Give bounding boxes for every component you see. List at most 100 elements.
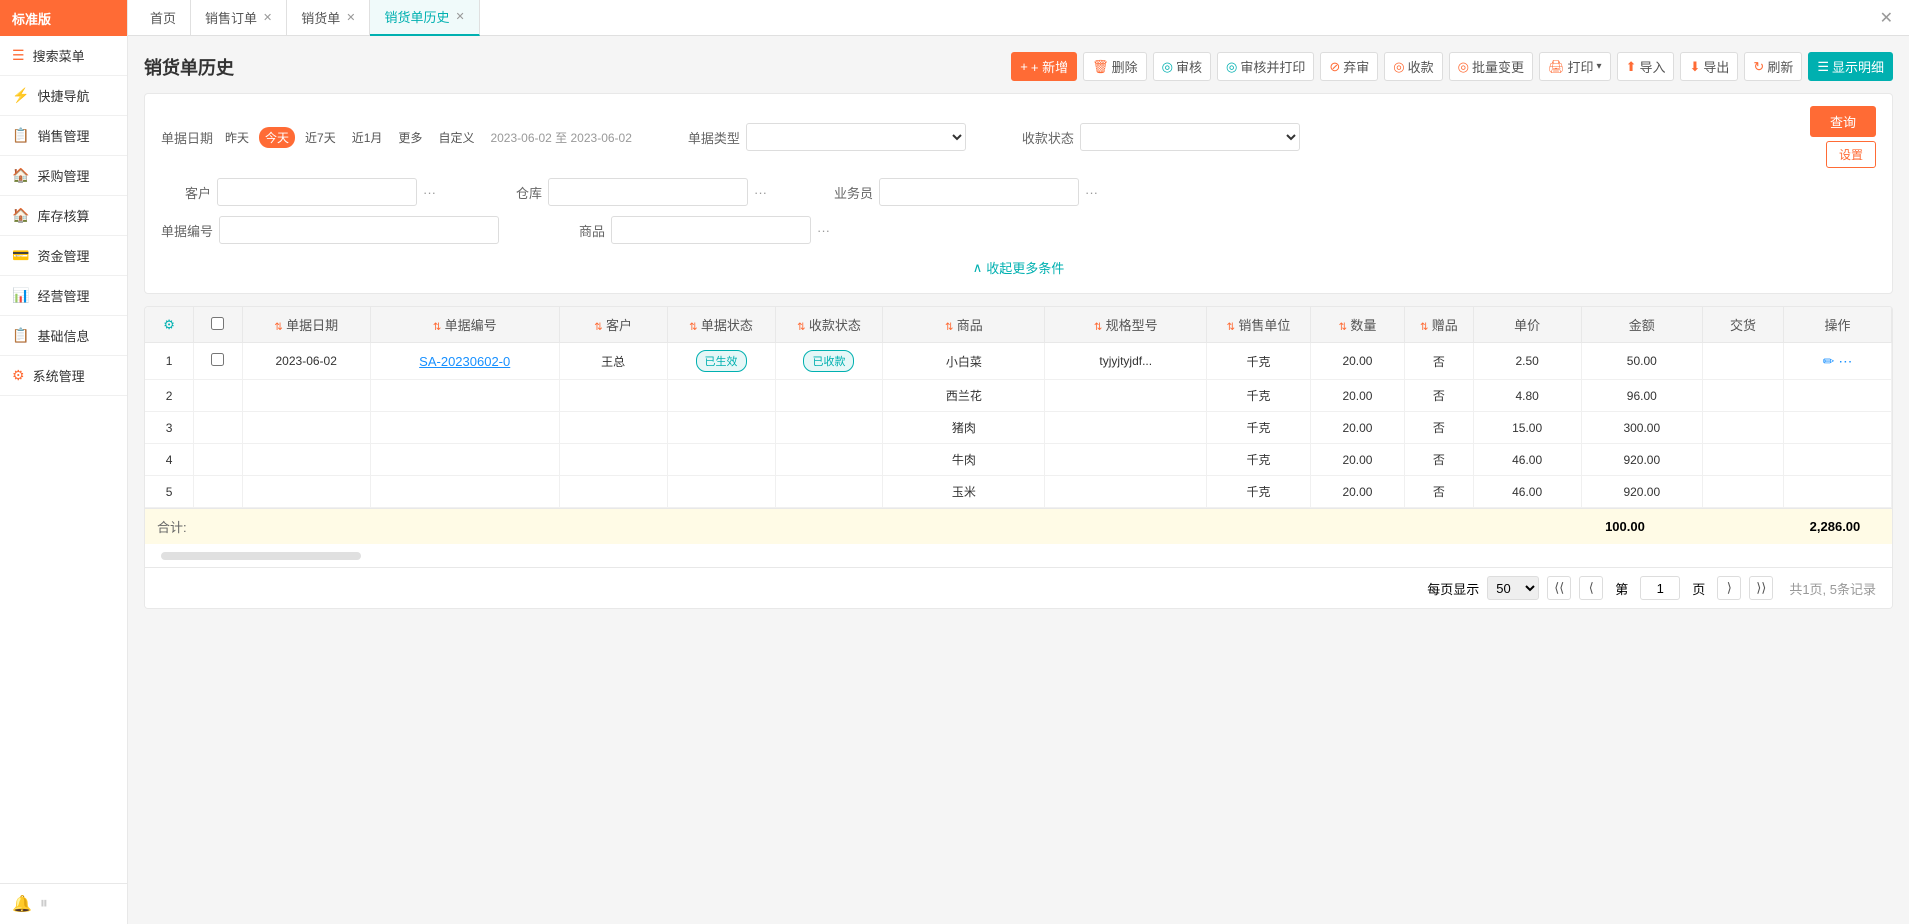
customer-picker-icon[interactable]: ··· — [423, 185, 436, 200]
col-product[interactable]: ⇅ 商品 — [883, 307, 1045, 343]
print-button[interactable]: 🖨 打印 ▾ — [1539, 52, 1611, 81]
col-date[interactable]: ⇅ 单据日期 — [242, 307, 370, 343]
col-pay-status[interactable]: ⇅ 收款状态 — [775, 307, 883, 343]
query-button[interactable]: 查询 — [1810, 106, 1876, 137]
close-all-tabs-icon[interactable]: ✕ — [1872, 8, 1901, 28]
col-action: 操作 — [1783, 307, 1891, 343]
cell-action: ✏⋯ — [1783, 343, 1891, 380]
first-page-button[interactable]: ⟨⟨ — [1547, 576, 1571, 600]
table-row: 3 猪肉 千克 20.00 否 15.00 300.00 — [145, 412, 1892, 444]
select-all-checkbox[interactable] — [211, 317, 224, 330]
tabs-bar: 首页 销售订单 ✕ 销货单 ✕ 销货单历史 ✕ ✕ — [128, 0, 1909, 36]
sidebar-bottom: 🔔 ⏸ — [0, 883, 127, 924]
sidebar-item-sales-mgmt[interactable]: 📋 销售管理 — [0, 116, 127, 156]
cell-check[interactable] — [194, 476, 243, 508]
shortcut-7days[interactable]: 近7天 — [299, 127, 342, 148]
shortcut-1month[interactable]: 近1月 — [346, 127, 389, 148]
shortcut-more[interactable]: 更多 — [392, 127, 428, 148]
edit-icon[interactable]: ✏ — [1823, 353, 1835, 370]
pay-status-select[interactable] — [1080, 123, 1300, 151]
col-spec[interactable]: ⇅ 规格型号 — [1045, 307, 1207, 343]
cell-spec — [1045, 380, 1207, 412]
cell-customer — [559, 412, 667, 444]
cell-trade — [1703, 444, 1784, 476]
doc-no-link[interactable]: SA-20230602-0 — [419, 354, 510, 369]
close-sales-order-icon[interactable]: ✕ — [263, 11, 272, 24]
export-button[interactable]: ⬇ 导出 — [1680, 52, 1738, 81]
product-picker-icon[interactable]: ··· — [817, 223, 830, 238]
show-detail-button[interactable]: ☰ 显示明细 — [1808, 52, 1893, 81]
horizontal-scrollbar[interactable] — [161, 552, 361, 560]
abandon-button[interactable]: ⊘ 弃审 — [1320, 52, 1378, 81]
set-button[interactable]: 设置 — [1826, 141, 1876, 168]
page-number-input[interactable] — [1640, 576, 1680, 600]
sidebar-item-ops-mgmt[interactable]: 📊 经营管理 — [0, 276, 127, 316]
cell-status — [667, 476, 775, 508]
cell-date — [242, 444, 370, 476]
batch-change-button[interactable]: ◎ 批量变更 — [1449, 52, 1533, 81]
doc-type-select[interactable] — [746, 123, 966, 151]
collect-button[interactable]: ◎ 收款 — [1384, 52, 1442, 81]
col-pay-status-label: 收款状态 — [809, 318, 861, 333]
scroll-area[interactable] — [145, 544, 1892, 567]
filter-row-2: 客户 ··· 仓库 ··· 业务员 ··· — [161, 178, 1876, 206]
prev-page-button[interactable]: ⟨ — [1579, 576, 1603, 600]
sidebar-item-search-menu[interactable]: ☰ 搜索菜单 — [0, 36, 127, 76]
tab-home[interactable]: 首页 — [136, 0, 191, 36]
new-button[interactable]: + + 新增 — [1011, 52, 1077, 81]
sidebar-item-inventory[interactable]: 🏠 库存核算 — [0, 196, 127, 236]
import-button[interactable]: ⬆ 导入 — [1617, 52, 1675, 81]
staff-input[interactable] — [879, 178, 1079, 206]
cell-check[interactable] — [194, 412, 243, 444]
sidebar-item-sys-mgmt[interactable]: ⚙ 系统管理 — [0, 356, 127, 396]
sidebar-item-purchase-mgmt[interactable]: 🏠 采购管理 — [0, 156, 127, 196]
refresh-button[interactable]: ↻ 刷新 — [1744, 52, 1802, 81]
col-unit[interactable]: ⇅ 销售单位 — [1207, 307, 1311, 343]
warehouse-input[interactable] — [548, 178, 748, 206]
col-status[interactable]: ⇅ 单据状态 — [667, 307, 775, 343]
sidebar-item-finance[interactable]: 💳 资金管理 — [0, 236, 127, 276]
col-settings[interactable]: ⚙ — [145, 307, 194, 343]
cell-check[interactable] — [194, 380, 243, 412]
cell-amount: 50.00 — [1581, 343, 1702, 380]
next-page-button[interactable]: ⟩ — [1717, 576, 1741, 600]
shortcut-custom[interactable]: 自定义 — [432, 127, 480, 148]
row-checkbox[interactable] — [211, 353, 224, 366]
more-icon[interactable]: ⋯ — [1838, 353, 1852, 370]
col-qty[interactable]: ⇅ 数量 — [1310, 307, 1404, 343]
col-customer[interactable]: ⇅ 客户 — [559, 307, 667, 343]
cell-check[interactable] — [194, 343, 243, 380]
shortcut-yesterday[interactable]: 昨天 — [219, 127, 255, 148]
per-page-select[interactable]: 50 100 200 — [1487, 576, 1539, 600]
table-settings-icon[interactable]: ⚙ — [163, 317, 175, 332]
customer-input[interactable] — [217, 178, 417, 206]
abandon-icon: ⊘ — [1329, 59, 1340, 75]
base-info-icon: 📋 — [12, 327, 29, 344]
last-page-button[interactable]: ⟩⟩ — [1749, 576, 1773, 600]
audit-button[interactable]: ◎ 审核 — [1153, 52, 1211, 81]
tab-sales-history[interactable]: 销货单历史 ✕ — [370, 0, 479, 36]
sidebar-item-quick-nav[interactable]: ⚡ 快捷导航 — [0, 76, 127, 116]
shortcut-today[interactable]: 今天 — [259, 127, 295, 148]
collapse-button[interactable]: ∧ 收起更多条件 — [161, 254, 1876, 281]
audit-print-button[interactable]: ◎ 审核并打印 — [1217, 52, 1314, 81]
doc-no-input[interactable] — [219, 216, 499, 244]
close-sales-goods-icon[interactable]: ✕ — [346, 11, 355, 24]
close-sales-history-icon[interactable]: ✕ — [456, 10, 465, 23]
product-input[interactable] — [611, 216, 811, 244]
notification-icon[interactable]: 🔔 — [12, 894, 32, 914]
cell-pay-status — [775, 444, 883, 476]
pause-icon[interactable]: ⏸ — [40, 895, 48, 913]
tab-sales-order[interactable]: 销售订单 ✕ — [191, 0, 287, 36]
tab-sales-goods[interactable]: 销货单 ✕ — [287, 0, 370, 36]
delete-button[interactable]: 🗑 删除 — [1083, 52, 1147, 81]
col-no[interactable]: ⇅ 单据编号 — [370, 307, 559, 343]
staff-picker-icon[interactable]: ··· — [1085, 185, 1098, 200]
warehouse-picker-icon[interactable]: ··· — [754, 185, 767, 200]
sidebar-item-base-info[interactable]: 📋 基础信息 — [0, 316, 127, 356]
col-check[interactable] — [194, 307, 243, 343]
sort-product-icon: ⇅ — [945, 322, 953, 333]
cell-action — [1783, 380, 1891, 412]
col-gift[interactable]: ⇅ 赠品 — [1405, 307, 1473, 343]
cell-check[interactable] — [194, 444, 243, 476]
